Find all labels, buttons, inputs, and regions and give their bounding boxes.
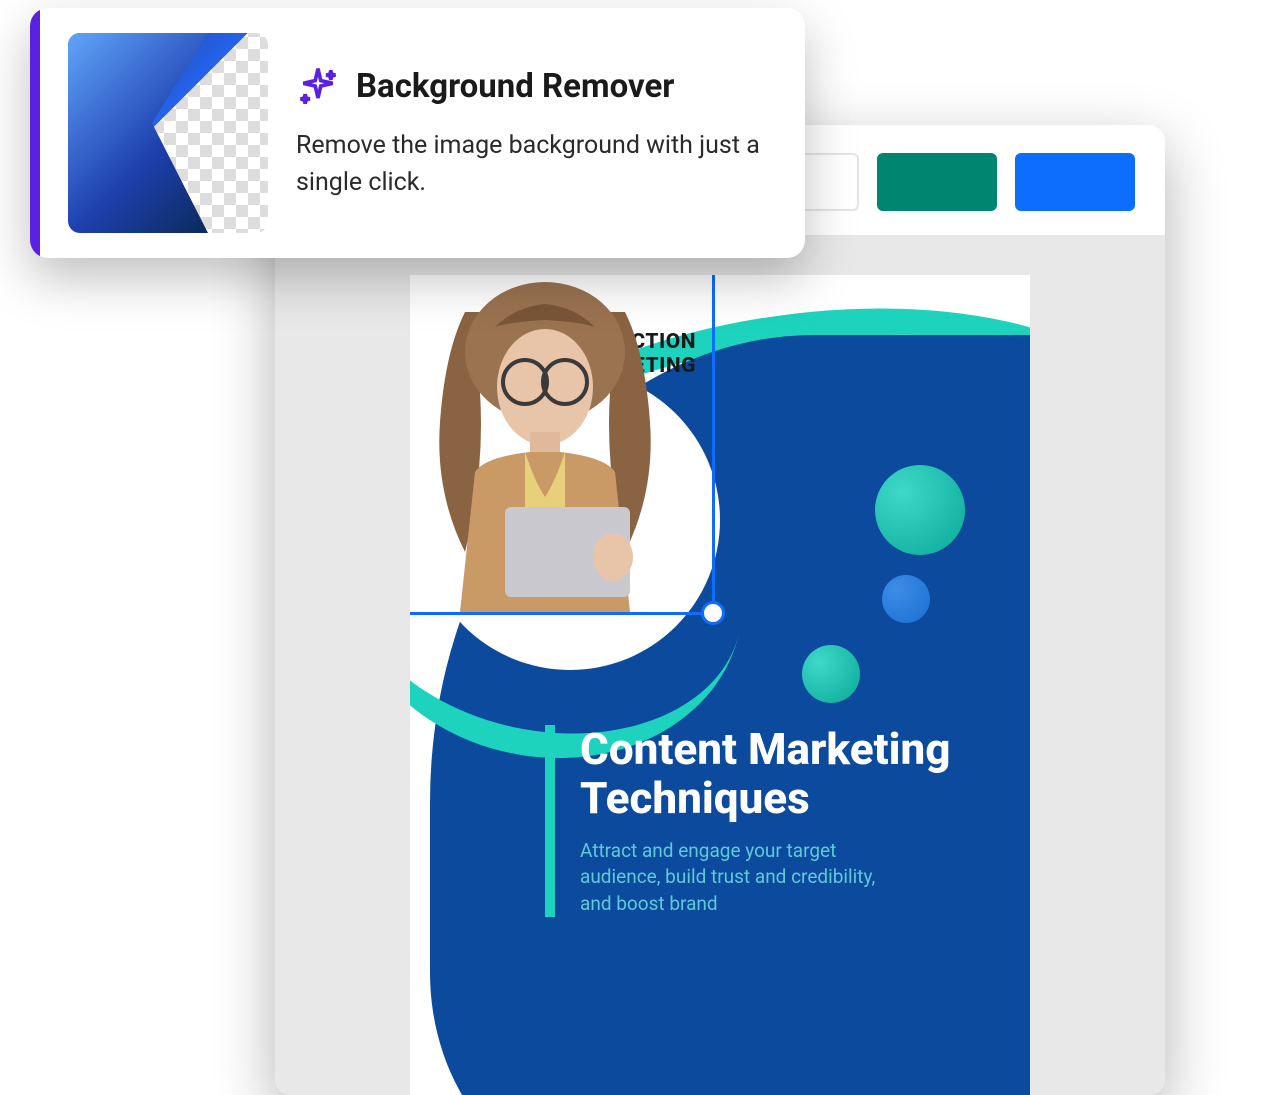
editor-window: RECTION RKETING (275, 125, 1165, 1095)
person-photo[interactable] (410, 275, 712, 612)
resize-handle-bottom-right[interactable] (701, 601, 725, 625)
document-title: Content Marketing Techniques (580, 725, 1030, 824)
popup-accent-bar (30, 8, 40, 258)
color-swatch-teal[interactable] (877, 153, 997, 211)
color-swatch-blue[interactable] (1015, 153, 1135, 211)
decorative-circle-teal-small (802, 645, 860, 703)
sparkle-icon (296, 65, 340, 109)
document-page[interactable]: RECTION RKETING (410, 275, 1030, 1095)
decorative-circle-blue (882, 575, 930, 623)
popup-content: Background Remover Remove the image back… (296, 65, 775, 202)
canvas-area[interactable]: RECTION RKETING (275, 235, 1165, 1095)
popup-description: Remove the image background with just a … (296, 127, 775, 202)
popup-title: Background Remover (356, 67, 674, 106)
document-subtitle: Attract and engage your target audience,… (580, 838, 900, 918)
selected-image-bounding-box[interactable] (410, 275, 715, 615)
content-block[interactable]: Content Marketing Techniques Attract and… (545, 725, 1030, 917)
decorative-circle-teal-large (875, 465, 965, 555)
feature-popup-card[interactable]: Background Remover Remove the image back… (30, 8, 805, 258)
person-illustration (410, 275, 685, 612)
popup-thumbnail (68, 33, 268, 233)
